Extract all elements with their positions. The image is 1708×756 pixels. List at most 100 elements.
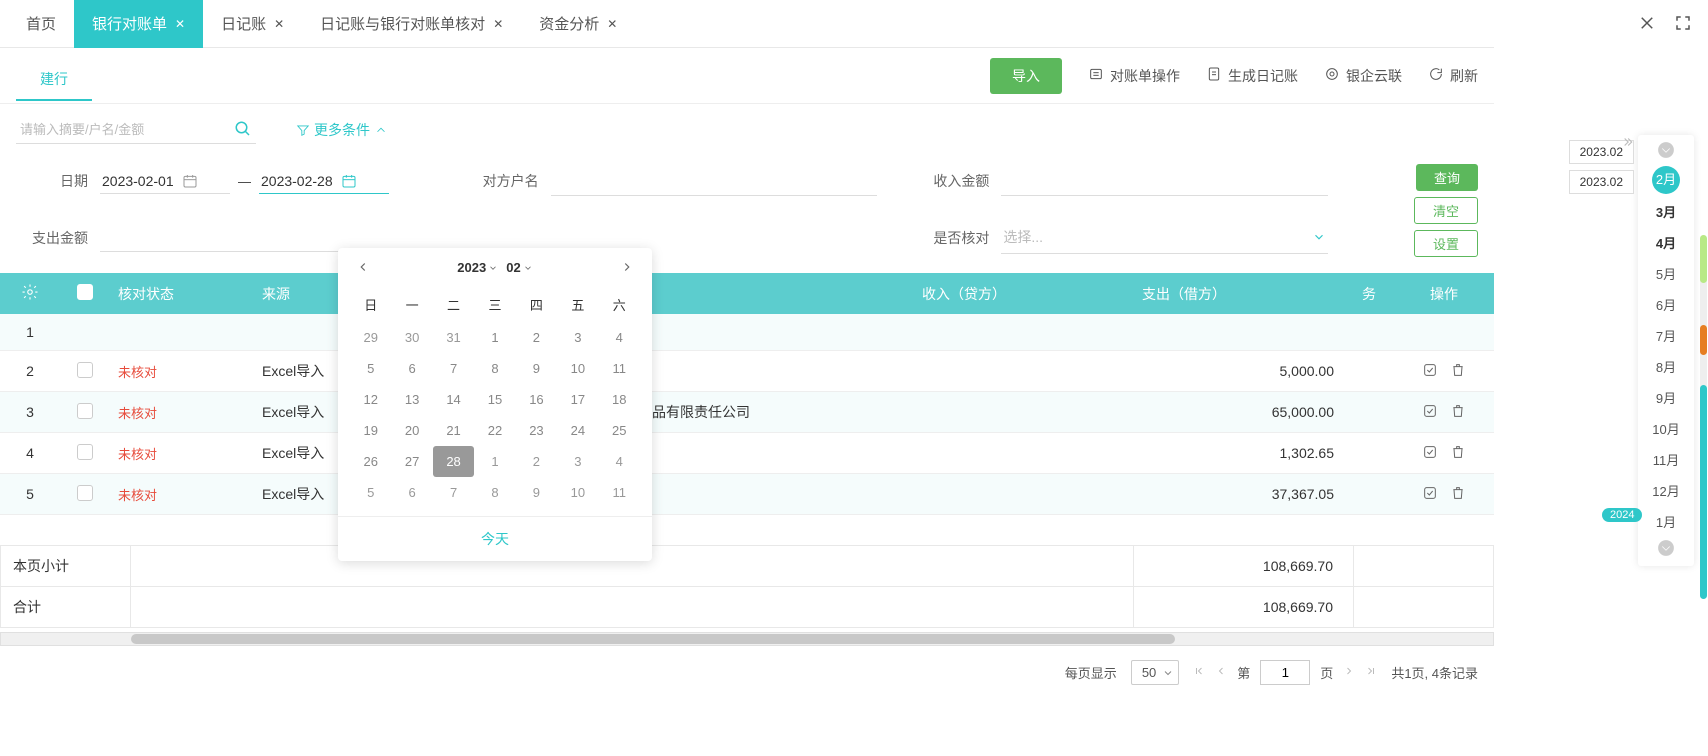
cal-day[interactable]: 31 bbox=[433, 322, 474, 353]
gen-journal-button[interactable]: 生成日记账 bbox=[1206, 66, 1298, 86]
prev-page-button[interactable] bbox=[1215, 665, 1227, 680]
cal-day[interactable]: 12 bbox=[350, 384, 391, 415]
row-checkbox[interactable] bbox=[77, 362, 93, 378]
month-scroll-down[interactable] bbox=[1657, 539, 1675, 560]
tab-close-icon[interactable]: ✕ bbox=[175, 17, 185, 31]
cal-day[interactable]: 15 bbox=[474, 384, 515, 415]
tab-close-icon[interactable]: ✕ bbox=[493, 17, 503, 31]
cal-day[interactable]: 28 bbox=[433, 446, 474, 477]
check-icon[interactable] bbox=[1422, 444, 1438, 463]
last-page-button[interactable] bbox=[1365, 665, 1377, 680]
import-button[interactable]: 导入 bbox=[990, 58, 1062, 94]
cal-day[interactable]: 24 bbox=[557, 415, 598, 446]
cal-day[interactable]: 3 bbox=[557, 446, 598, 477]
delete-icon[interactable] bbox=[1450, 403, 1466, 422]
col-checkbox[interactable] bbox=[60, 273, 110, 314]
cal-day[interactable]: 26 bbox=[350, 446, 391, 477]
cal-day[interactable]: 4 bbox=[599, 446, 640, 477]
delete-icon[interactable] bbox=[1450, 444, 1466, 463]
page-input[interactable] bbox=[1260, 660, 1310, 685]
top-tab[interactable]: 资金分析✕ bbox=[521, 0, 635, 48]
tab-close-icon[interactable]: ✕ bbox=[607, 17, 617, 31]
cal-day[interactable]: 10 bbox=[557, 353, 598, 384]
date-from-input[interactable]: 2023-02-01 bbox=[100, 169, 230, 194]
cal-day[interactable]: 6 bbox=[391, 477, 432, 508]
horizontal-scrollbar[interactable] bbox=[0, 632, 1494, 646]
top-tab[interactable]: 银行对账单✕ bbox=[74, 0, 203, 48]
cal-day[interactable]: 14 bbox=[433, 384, 474, 415]
cal-day[interactable]: 11 bbox=[599, 353, 640, 384]
cal-day[interactable]: 10 bbox=[557, 477, 598, 508]
cal-day[interactable]: 7 bbox=[433, 477, 474, 508]
sidebar-scroll-track[interactable] bbox=[1700, 235, 1707, 599]
search-input[interactable] bbox=[16, 116, 256, 144]
month-sidebar-item[interactable]: 9月 bbox=[1638, 384, 1694, 411]
cal-day[interactable]: 20 bbox=[391, 415, 432, 446]
top-tab[interactable]: 首页 bbox=[8, 0, 74, 48]
top-tab[interactable]: 日记账与银行对账单核对✕ bbox=[302, 0, 521, 48]
cal-day[interactable]: 8 bbox=[474, 477, 515, 508]
close-icon[interactable] bbox=[1638, 14, 1656, 35]
tab-close-icon[interactable]: ✕ bbox=[274, 17, 284, 31]
delete-icon[interactable] bbox=[1450, 485, 1466, 504]
month-sidebar-item[interactable]: 4月 bbox=[1638, 229, 1694, 256]
cal-prev-button[interactable] bbox=[356, 260, 370, 277]
month-sidebar-item[interactable]: 8月 bbox=[1638, 353, 1694, 380]
month-sidebar-item[interactable]: 3月 bbox=[1638, 198, 1694, 225]
fullscreen-icon[interactable] bbox=[1674, 14, 1692, 35]
top-tab[interactable]: 日记账✕ bbox=[203, 0, 302, 48]
month-sidebar-item[interactable]: 12月 bbox=[1638, 477, 1694, 504]
cal-day[interactable]: 19 bbox=[350, 415, 391, 446]
cal-day[interactable]: 9 bbox=[516, 477, 557, 508]
check-icon[interactable] bbox=[1422, 485, 1438, 504]
month-sidebar-item[interactable]: 7月 bbox=[1638, 322, 1694, 349]
cal-day[interactable]: 22 bbox=[474, 415, 515, 446]
cal-day[interactable]: 18 bbox=[599, 384, 640, 415]
cal-today-button[interactable]: 今天 bbox=[338, 516, 652, 561]
cal-day[interactable]: 3 bbox=[557, 322, 598, 353]
row-checkbox[interactable] bbox=[77, 485, 93, 501]
month-sidebar-item[interactable]: 2月 bbox=[1652, 166, 1680, 194]
month-scroll-up[interactable] bbox=[1657, 141, 1675, 162]
cal-day[interactable]: 30 bbox=[391, 322, 432, 353]
cal-day[interactable]: 17 bbox=[557, 384, 598, 415]
matched-select[interactable]: 选择... bbox=[1001, 221, 1328, 254]
cal-month-select[interactable]: 02 bbox=[506, 260, 532, 275]
row-checkbox[interactable] bbox=[77, 444, 93, 460]
cal-day[interactable]: 7 bbox=[433, 353, 474, 384]
month-sidebar-item[interactable]: 10月 bbox=[1638, 415, 1694, 442]
cal-day[interactable]: 6 bbox=[391, 353, 432, 384]
bank-link-button[interactable]: 银企云联 bbox=[1324, 66, 1402, 86]
settings-button[interactable]: 设置 bbox=[1414, 230, 1478, 257]
clear-button[interactable]: 清空 bbox=[1414, 197, 1478, 224]
cal-day[interactable]: 13 bbox=[391, 384, 432, 415]
more-filters-toggle[interactable]: 更多条件 bbox=[296, 120, 388, 140]
cal-day[interactable]: 25 bbox=[599, 415, 640, 446]
sub-tab-bank[interactable]: 建行 bbox=[16, 59, 92, 101]
cal-day[interactable]: 29 bbox=[350, 322, 391, 353]
month-sidebar-item[interactable]: 11月 bbox=[1638, 446, 1694, 473]
cal-day[interactable]: 2 bbox=[516, 322, 557, 353]
cal-day[interactable]: 27 bbox=[391, 446, 432, 477]
statement-ops-button[interactable]: 对账单操作 bbox=[1088, 66, 1180, 86]
per-page-select[interactable]: 50 bbox=[1131, 660, 1179, 685]
cal-day[interactable]: 16 bbox=[516, 384, 557, 415]
month-sidebar-item[interactable]: 6月 bbox=[1638, 291, 1694, 318]
cal-day[interactable]: 21 bbox=[433, 415, 474, 446]
counterparty-input[interactable] bbox=[551, 167, 878, 196]
cal-next-button[interactable] bbox=[620, 260, 634, 277]
cal-day[interactable]: 9 bbox=[516, 353, 557, 384]
cal-day[interactable]: 23 bbox=[516, 415, 557, 446]
month-sidebar-item[interactable]: 5月 bbox=[1638, 260, 1694, 287]
cal-day[interactable]: 8 bbox=[474, 353, 515, 384]
search-icon[interactable] bbox=[234, 120, 252, 141]
cal-day[interactable]: 4 bbox=[599, 322, 640, 353]
cal-day[interactable]: 1 bbox=[474, 322, 515, 353]
cal-day[interactable]: 1 bbox=[474, 446, 515, 477]
row-checkbox[interactable] bbox=[77, 403, 93, 419]
query-button[interactable]: 查询 bbox=[1416, 164, 1478, 191]
cal-year-select[interactable]: 2023 bbox=[457, 260, 498, 275]
next-page-button[interactable] bbox=[1343, 665, 1355, 680]
col-gear[interactable] bbox=[0, 273, 60, 314]
check-icon[interactable] bbox=[1422, 403, 1438, 422]
